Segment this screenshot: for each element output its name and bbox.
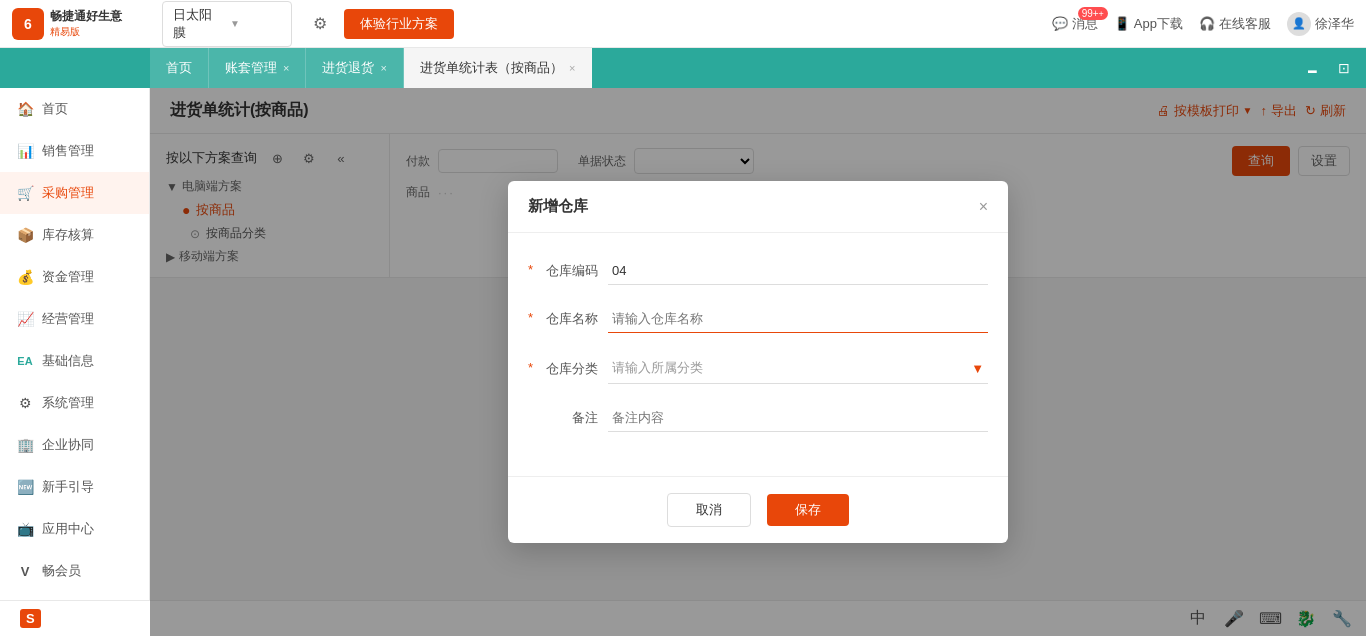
sales-icon: 📊 [16, 142, 34, 160]
tab-actions: 🗕 ⊡ [1298, 54, 1366, 82]
sidebar-item-inventory-label: 库存核算 [42, 226, 94, 244]
warehouse-name-row: 仓库名称 [528, 305, 988, 333]
logo-text: 畅捷通好生意 精易版 [50, 8, 122, 39]
warehouse-name-label: 仓库名称 [528, 310, 608, 328]
sidebar-item-purchase-label: 采购管理 [42, 184, 94, 202]
tab-returns[interactable]: 进货退货 × [306, 48, 403, 88]
sidebar-item-guide[interactable]: 🆕 新手引导 [0, 466, 149, 508]
tab-bar: 首页 账套管理 × 进货退货 × 进货单统计表（按商品） × 🗕 ⊡ [0, 48, 1366, 88]
category-dropdown-arrow: ▼ [971, 361, 984, 376]
tab-purchase-stats-label: 进货单统计表（按商品） [420, 59, 563, 77]
save-button[interactable]: 保存 [767, 494, 849, 526]
top-nav: 6 畅捷通好生意 精易版 日太阳膜 ▼ ⚙ 体验行业方案 💬 消息 99++ 📱… [0, 0, 1366, 48]
sidebar-item-guide-label: 新手引导 [42, 478, 94, 496]
appcenter-icon: 📺 [16, 520, 34, 538]
sidebar-item-enterprise[interactable]: 🏢 企业协同 [0, 424, 149, 466]
sidebar-item-appcenter[interactable]: 📺 应用中心 [0, 508, 149, 550]
sidebar-item-system[interactable]: ⚙ 系统管理 [0, 382, 149, 424]
modal-header: 新增仓库 × [508, 181, 1008, 233]
sidebar-item-basic[interactable]: EA 基础信息 [0, 340, 149, 382]
tab-restore-button[interactable]: 🗕 [1298, 54, 1326, 82]
tab-accounts[interactable]: 账套管理 × [209, 48, 306, 88]
bottom-left: S [12, 609, 41, 628]
headset-icon: 🎧 [1199, 16, 1215, 31]
finance-icon: 💰 [16, 268, 34, 286]
sidebar-item-home[interactable]: 🏠 首页 [0, 88, 149, 130]
app-icon: 📱 [1114, 16, 1130, 31]
remark-label: 备注 [528, 409, 608, 427]
settings-gear-button[interactable]: ⚙ [304, 8, 336, 40]
main-layout: 🏠 首页 📊 销售管理 🛒 采购管理 📦 库存核算 💰 资金管理 📈 经营管理 … [0, 88, 1366, 636]
sidebar-item-home-label: 首页 [42, 100, 68, 118]
modal-footer: 取消 保存 [508, 476, 1008, 543]
user-nav-item[interactable]: 👤 徐泽华 [1287, 12, 1354, 36]
basic-icon: EA [16, 352, 34, 370]
logo-area: 6 畅捷通好生意 精易版 [12, 8, 162, 40]
modal-overlay: 新增仓库 × 仓库编码 仓库名称 仓库分类 [150, 88, 1366, 636]
sidebar-item-basic-label: 基础信息 [42, 352, 94, 370]
logo-icon: 6 [12, 8, 44, 40]
tab-accounts-close-icon[interactable]: × [283, 62, 289, 74]
sidebar-item-sales-label: 销售管理 [42, 142, 94, 160]
online-service-nav-item[interactable]: 🎧 在线客服 [1199, 15, 1271, 33]
warehouse-code-label: 仓库编码 [528, 262, 608, 280]
gear-icon: ⚙ [313, 14, 327, 33]
warehouse-code-input[interactable] [608, 257, 988, 285]
modal-body: 仓库编码 仓库名称 仓库分类 请输入所属分类 ▼ [508, 233, 1008, 476]
tab-home[interactable]: 首页 [150, 48, 209, 88]
purchase-icon: 🛒 [16, 184, 34, 202]
tab-purchase-stats[interactable]: 进货单统计表（按商品） × [404, 48, 592, 88]
warehouse-category-label: 仓库分类 [528, 360, 608, 378]
tab-home-label: 首页 [166, 59, 192, 77]
message-badge: 99++ [1078, 7, 1108, 20]
vip-icon: V [16, 562, 34, 580]
warehouse-category-placeholder: 请输入所属分类 [612, 359, 703, 377]
sidebar-item-sales[interactable]: 📊 销售管理 [0, 130, 149, 172]
operations-icon: 📈 [16, 310, 34, 328]
app-download-nav-item[interactable]: 📱 App下载 [1114, 15, 1183, 33]
tab-returns-label: 进货退货 [322, 59, 374, 77]
tab-maximize-button[interactable]: ⊡ [1330, 54, 1358, 82]
content-area: 进货单统计(按商品) 🖨 按模板打印 ▼ ↑ 导出 ↻ 刷新 [150, 88, 1366, 636]
sidebar-item-finance[interactable]: 💰 资金管理 [0, 256, 149, 298]
sidebar-item-vip-label: 畅会员 [42, 562, 81, 580]
modal-title: 新增仓库 [528, 197, 588, 216]
sidebar-item-operations[interactable]: 📈 经营管理 [0, 298, 149, 340]
guide-icon: 🆕 [16, 478, 34, 496]
warehouse-category-select[interactable]: 请输入所属分类 ▼ [608, 353, 988, 384]
sidebar-item-system-label: 系统管理 [42, 394, 94, 412]
sidebar-item-operations-label: 经营管理 [42, 310, 94, 328]
sidebar-item-vip[interactable]: V 畅会员 [0, 550, 149, 592]
messages-nav-item[interactable]: 💬 消息 99++ [1052, 15, 1098, 33]
new-warehouse-modal: 新增仓库 × 仓库编码 仓库名称 仓库分类 [508, 181, 1008, 543]
system-icon: ⚙ [16, 394, 34, 412]
tab-returns-close-icon[interactable]: × [380, 62, 386, 74]
home-icon: 🏠 [16, 100, 34, 118]
remark-row: 备注 [528, 404, 988, 432]
modal-close-button[interactable]: × [979, 198, 988, 216]
nav-right: 💬 消息 99++ 📱 App下载 🎧 在线客服 👤 徐泽华 [1052, 12, 1354, 36]
store-selector[interactable]: 日太阳膜 ▼ [162, 1, 292, 47]
brand-logo-bottom: S [20, 609, 41, 628]
sidebar-item-inventory[interactable]: 📦 库存核算 [0, 214, 149, 256]
sidebar-item-finance-label: 资金管理 [42, 268, 94, 286]
tab-accounts-label: 账套管理 [225, 59, 277, 77]
sidebar-item-enterprise-label: 企业协同 [42, 436, 94, 454]
remark-input[interactable] [608, 404, 988, 432]
store-dropdown-arrow: ▼ [230, 18, 281, 29]
warehouse-category-row: 仓库分类 请输入所属分类 ▼ [528, 353, 988, 384]
trial-button[interactable]: 体验行业方案 [344, 9, 454, 39]
cancel-button[interactable]: 取消 [667, 493, 751, 527]
sidebar-item-purchase[interactable]: 🛒 采购管理 [0, 172, 149, 214]
warehouse-name-input[interactable] [608, 305, 988, 333]
user-avatar: 👤 [1287, 12, 1311, 36]
message-icon: 💬 [1052, 16, 1068, 31]
enterprise-icon: 🏢 [16, 436, 34, 454]
sidebar-item-appcenter-label: 应用中心 [42, 520, 94, 538]
warehouse-code-row: 仓库编码 [528, 257, 988, 285]
sidebar: 🏠 首页 📊 销售管理 🛒 采购管理 📦 库存核算 💰 资金管理 📈 经营管理 … [0, 88, 150, 636]
inventory-icon: 📦 [16, 226, 34, 244]
tab-purchase-stats-close-icon[interactable]: × [569, 62, 575, 74]
